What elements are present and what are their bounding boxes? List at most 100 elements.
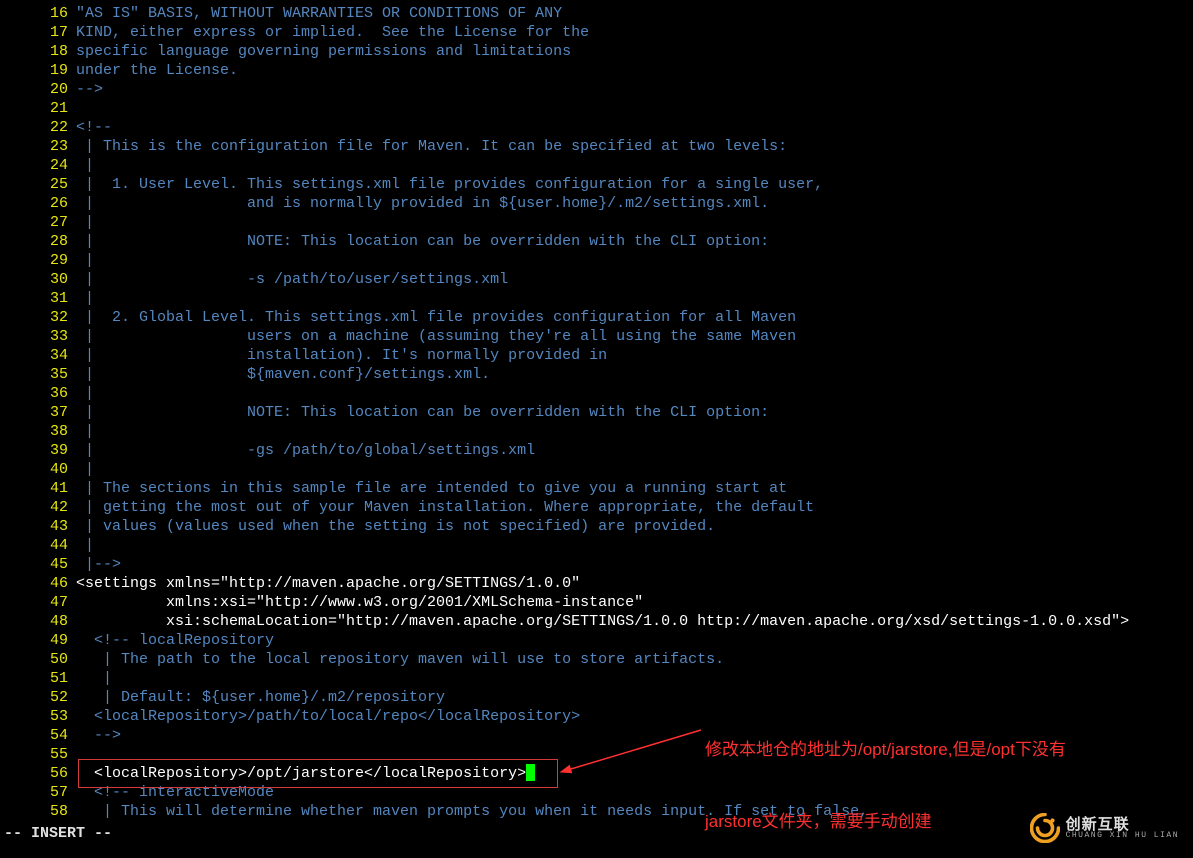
line-content: | xyxy=(76,422,94,441)
code-line[interactable]: 29 | xyxy=(0,251,1193,270)
code-line[interactable]: 45 |--> xyxy=(0,555,1193,574)
line-number: 29 xyxy=(0,251,76,270)
code-line[interactable]: 48 xsi:schemaLocation="http://maven.apac… xyxy=(0,612,1193,631)
code-line[interactable]: 42 | getting the most out of your Maven … xyxy=(0,498,1193,517)
line-number: 48 xyxy=(0,612,76,631)
line-content: | ${maven.conf}/settings.xml. xyxy=(76,365,490,384)
code-line[interactable]: 51 | xyxy=(0,669,1193,688)
code-line[interactable]: 44 | xyxy=(0,536,1193,555)
line-content: | The path to the local repository maven… xyxy=(76,650,724,669)
code-line[interactable]: 41 | The sections in this sample file ar… xyxy=(0,479,1193,498)
line-number: 58 xyxy=(0,802,76,821)
line-number: 45 xyxy=(0,555,76,574)
line-number: 37 xyxy=(0,403,76,422)
vim-status-mode: -- INSERT -- xyxy=(4,824,112,843)
annotation-line-2: jarstore文件夹，需要手动创建 xyxy=(705,810,1066,834)
code-line[interactable]: 20--> xyxy=(0,80,1193,99)
line-content: xsi:schemaLocation="http://maven.apache.… xyxy=(76,612,1129,631)
code-line[interactable]: 43 | values (values used when the settin… xyxy=(0,517,1193,536)
line-number: 44 xyxy=(0,536,76,555)
line-content: under the License. xyxy=(76,61,238,80)
line-number: 20 xyxy=(0,80,76,99)
line-content: | This is the configuration file for Mav… xyxy=(76,137,787,156)
line-content: | values (values used when the setting i… xyxy=(76,517,715,536)
code-line[interactable]: 16"AS IS" BASIS, WITHOUT WARRANTIES OR C… xyxy=(0,4,1193,23)
line-number: 57 xyxy=(0,783,76,802)
line-content: |--> xyxy=(76,555,121,574)
line-number: 40 xyxy=(0,460,76,479)
code-line[interactable]: 25 | 1. User Level. This settings.xml fi… xyxy=(0,175,1193,194)
code-line[interactable]: 47 xmlns:xsi="http://www.w3.org/2001/XML… xyxy=(0,593,1193,612)
line-number: 36 xyxy=(0,384,76,403)
line-number: 17 xyxy=(0,23,76,42)
code-line[interactable]: 33 | users on a machine (assuming they'r… xyxy=(0,327,1193,346)
line-content: <!-- localRepository xyxy=(76,631,274,650)
logo-icon xyxy=(1030,813,1060,843)
line-number: 41 xyxy=(0,479,76,498)
line-content: | 2. Global Level. This settings.xml fil… xyxy=(76,308,796,327)
line-number: 53 xyxy=(0,707,76,726)
line-content: | installation). It's normally provided … xyxy=(76,346,607,365)
line-number: 24 xyxy=(0,156,76,175)
line-number: 43 xyxy=(0,517,76,536)
code-line[interactable]: 35 | ${maven.conf}/settings.xml. xyxy=(0,365,1193,384)
line-number: 28 xyxy=(0,232,76,251)
line-content: | xyxy=(76,156,94,175)
line-content: | 1. User Level. This settings.xml file … xyxy=(76,175,823,194)
line-number: 56 xyxy=(0,764,76,783)
code-line[interactable]: 23 | This is the configuration file for … xyxy=(0,137,1193,156)
code-line[interactable]: 22<!-- xyxy=(0,118,1193,137)
code-line[interactable]: 26 | and is normally provided in ${user.… xyxy=(0,194,1193,213)
line-number: 33 xyxy=(0,327,76,346)
watermark-logo: 创新互联 CHUANG XIN HU LIAN xyxy=(1030,813,1179,843)
code-line[interactable]: 30 | -s /path/to/user/settings.xml xyxy=(0,270,1193,289)
code-line[interactable]: 18specific language governing permission… xyxy=(0,42,1193,61)
code-line[interactable]: 19under the License. xyxy=(0,61,1193,80)
code-line[interactable]: 24 | xyxy=(0,156,1193,175)
line-number: 19 xyxy=(0,61,76,80)
code-line[interactable]: 50 | The path to the local repository ma… xyxy=(0,650,1193,669)
code-line[interactable]: 37 | NOTE: This location can be overridd… xyxy=(0,403,1193,422)
code-line[interactable]: 38 | xyxy=(0,422,1193,441)
line-content: "AS IS" BASIS, WITHOUT WARRANTIES OR CON… xyxy=(76,4,562,23)
code-line[interactable]: 27 | xyxy=(0,213,1193,232)
line-number: 47 xyxy=(0,593,76,612)
line-number: 34 xyxy=(0,346,76,365)
line-content: | Default: ${user.home}/.m2/repository xyxy=(76,688,445,707)
code-line[interactable]: 34 | installation). It's normally provid… xyxy=(0,346,1193,365)
line-number: 25 xyxy=(0,175,76,194)
code-line[interactable]: 49 <!-- localRepository xyxy=(0,631,1193,650)
line-content: specific language governing permissions … xyxy=(76,42,571,61)
line-number: 18 xyxy=(0,42,76,61)
annotation-line-1: 修改本地仓的地址为/opt/jarstore,但是/opt下没有 xyxy=(705,738,1066,762)
code-line[interactable]: 36 | xyxy=(0,384,1193,403)
code-line[interactable]: 32 | 2. Global Level. This settings.xml … xyxy=(0,308,1193,327)
code-line[interactable]: 46<settings xmlns="http://maven.apache.o… xyxy=(0,574,1193,593)
line-number: 51 xyxy=(0,669,76,688)
line-content: | xyxy=(76,289,94,308)
line-content: | and is normally provided in ${user.hom… xyxy=(76,194,769,213)
line-content: | NOTE: This location can be overridden … xyxy=(76,232,769,251)
line-content: | xyxy=(76,251,94,270)
line-content: | xyxy=(76,213,94,232)
logo-text-en: CHUANG XIN HU LIAN xyxy=(1066,832,1179,840)
code-line[interactable]: 39 | -gs /path/to/global/settings.xml xyxy=(0,441,1193,460)
code-line[interactable]: 28 | NOTE: This location can be overridd… xyxy=(0,232,1193,251)
line-content: <localRepository>/path/to/local/repo</lo… xyxy=(76,707,580,726)
code-line[interactable]: 17KIND, either express or implied. See t… xyxy=(0,23,1193,42)
line-content: | NOTE: This location can be overridden … xyxy=(76,403,769,422)
line-number: 52 xyxy=(0,688,76,707)
line-number: 27 xyxy=(0,213,76,232)
line-number: 46 xyxy=(0,574,76,593)
line-number: 21 xyxy=(0,99,76,118)
code-line[interactable]: 21 xyxy=(0,99,1193,118)
line-number: 50 xyxy=(0,650,76,669)
line-number: 32 xyxy=(0,308,76,327)
line-content: <localRepository>/opt/jarstore</localRep… xyxy=(76,764,526,783)
code-line[interactable]: 31 | xyxy=(0,289,1193,308)
line-content: xmlns:xsi="http://www.w3.org/2001/XMLSch… xyxy=(76,593,643,612)
line-number: 35 xyxy=(0,365,76,384)
code-line[interactable]: 40 | xyxy=(0,460,1193,479)
line-content: KIND, either express or implied. See the… xyxy=(76,23,589,42)
annotation-text: 修改本地仓的地址为/opt/jarstore,但是/opt下没有 jarstor… xyxy=(705,690,1066,858)
